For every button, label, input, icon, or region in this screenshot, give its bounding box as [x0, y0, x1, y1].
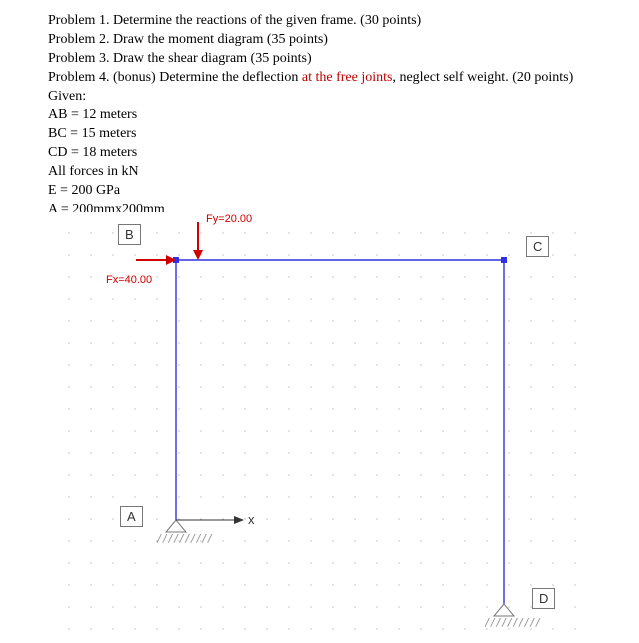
ab-line: AB = 12 meters — [48, 106, 573, 125]
cd-line: CD = 18 meters — [48, 144, 573, 163]
problem-statement: Problem 1. Determine the reactions of th… — [48, 12, 573, 220]
problem-1-line: Problem 1. Determine the reactions of th… — [48, 12, 573, 31]
node-b-label: B — [118, 224, 141, 245]
given-line: Given: — [48, 88, 573, 107]
support-d-icon — [494, 604, 514, 616]
frame-diagram: ////////// ////////// B C A D Fx=40.00 F… — [48, 212, 578, 632]
node-a-label: A — [120, 506, 143, 527]
problem-4-post: , neglect self weight. (20 points) — [392, 70, 573, 85]
bc-line: BC = 15 meters — [48, 125, 573, 144]
problem-3-line: Problem 3. Draw the shear diagram (35 po… — [48, 50, 573, 69]
problem-4-highlight: at the free joints — [302, 70, 393, 85]
forces-line: All forces in kN — [48, 163, 573, 182]
force-fy-arrow-head — [193, 250, 203, 260]
x-axis-label: x — [248, 512, 255, 527]
support-d-hash: ////////// — [484, 616, 540, 629]
node-d-label: D — [532, 588, 555, 609]
e-line: E = 200 GPa — [48, 182, 573, 201]
force-fx-label: Fx=40.00 — [106, 274, 152, 286]
node-c-label: C — [526, 236, 549, 257]
force-fy-label: Fy=20.00 — [206, 213, 252, 225]
force-fx-arrow-head — [166, 255, 176, 265]
joint-c-marker — [501, 257, 507, 263]
support-a-icon — [166, 520, 186, 532]
x-axis-arrow-head — [234, 516, 244, 524]
support-a-hash: ////////// — [156, 532, 212, 545]
problem-4-line: Problem 4. (bonus) Determine the deflect… — [48, 69, 573, 88]
problem-4-pre: Problem 4. (bonus) Determine the deflect… — [48, 70, 302, 85]
problem-2-line: Problem 2. Draw the moment diagram (35 p… — [48, 31, 573, 50]
